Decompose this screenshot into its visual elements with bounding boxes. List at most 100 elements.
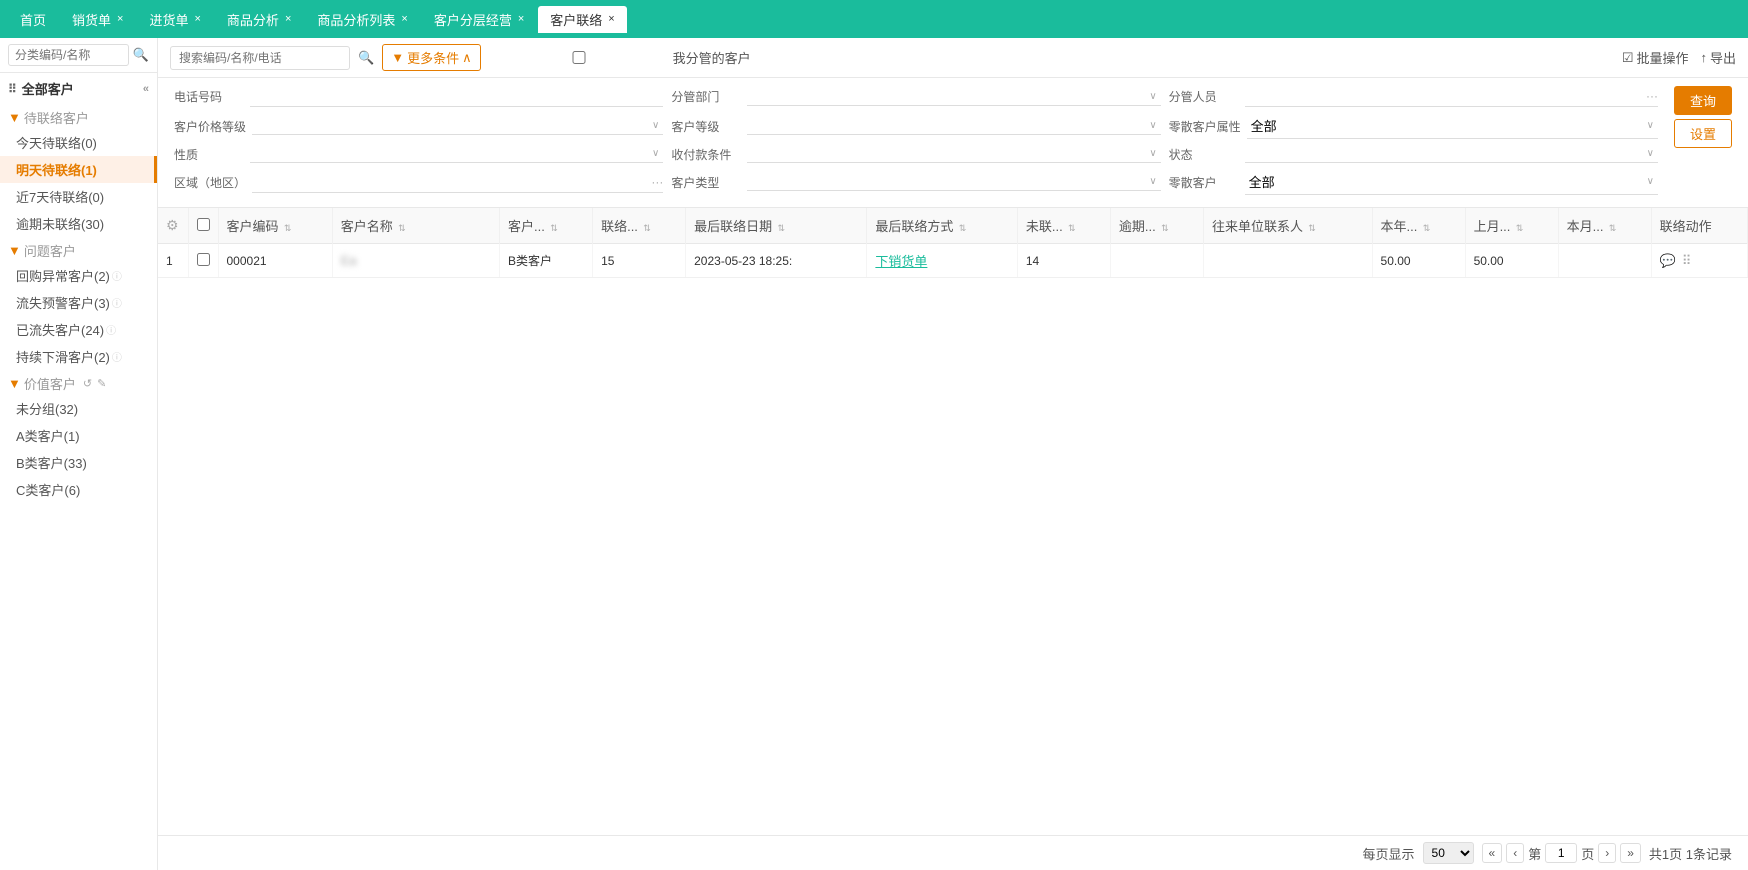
sort-year-icon[interactable]: ⇅ [1423,223,1431,233]
region-dots-btn[interactable]: ··· [651,175,663,189]
td-last-contact-method[interactable]: 下销货单 [867,244,1017,278]
filter-nature-select[interactable]: ∨ [250,145,663,163]
sidebar-value-refresh[interactable]: ↺ [83,377,92,390]
filter-retail-attr-select[interactable]: 全部∨ [1247,113,1658,139]
sidebar-item-7days-contact[interactable]: 近7天待联络(0) [0,183,157,210]
filter-status-select[interactable]: ∨ [1245,145,1658,163]
sidebar-item-ungrouped[interactable]: 未分组(32) [0,395,157,422]
nav-product-analysis-close[interactable]: × [285,13,291,25]
row-checkbox[interactable] [197,253,210,266]
sort-person-icon[interactable]: ⇅ [1308,223,1316,233]
sidebar-search-input[interactable] [8,44,129,66]
sort-lastmonth-icon[interactable]: ⇅ [1516,223,1524,233]
sort-overdue-icon[interactable]: ⇅ [1161,223,1169,233]
nav-customer-segment[interactable]: 客户分层经营 × [422,6,536,33]
my-customers-check[interactable] [489,51,669,64]
nav-sales-order[interactable]: 销货单 × [60,6,135,33]
th-gear: ⚙ [158,208,188,244]
sort-nocontact-icon[interactable]: ⇅ [1068,223,1076,233]
sort-method-icon[interactable]: ⇅ [959,223,967,233]
filter-dept: 分管部门 ∨ [671,88,1160,106]
filter-customer-level-select[interactable]: ∨ [747,117,1160,135]
filter-region-input[interactable] [252,172,651,192]
nav-product-analysis-list-close[interactable]: × [401,13,407,25]
row-action-icon-2[interactable]: ⠿ [1682,253,1692,269]
nav-home[interactable]: 首页 [8,6,58,33]
batch-icon: ☑ [1622,50,1634,66]
nav-product-analysis-list[interactable]: 商品分析列表 × [305,6,419,33]
sidebar-item-tomorrow-contact[interactable]: 明天待联络(1) [0,156,157,183]
export-btn[interactable]: ↑ 导出 [1700,48,1736,67]
sidebar-value-arrow: ▼ [8,376,21,391]
filter-retail-customer-select[interactable]: 全部∨ [1245,169,1658,195]
nav-product-analysis[interactable]: 商品分析 × [215,6,303,33]
th-no-contact-days: 未联... ⇅ [1017,208,1110,244]
nav-customer-contact[interactable]: 客户联络 × [538,6,626,33]
select-all-checkbox[interactable] [197,218,210,231]
chevron-down-price: ∨ [652,120,659,131]
page-input[interactable] [1545,843,1577,863]
filter-phone-input[interactable] [250,86,663,107]
filter-payment-select[interactable]: ∨ [747,145,1160,163]
contact-method-link[interactable]: 下销货单 [875,254,927,269]
search-input[interactable] [170,46,350,70]
export-icon: ↑ [1700,50,1707,65]
batch-action-btn[interactable]: ☑ 批量操作 [1622,48,1689,67]
td-this-year: 50.00 [1372,244,1465,278]
info-icon-1: ⓘ [112,295,122,310]
td-customer-name[interactable]: Ea [332,244,499,278]
sidebar-all-customers[interactable]: ⠿ 全部客户 « [0,73,157,104]
filter-icon: ▼ [391,50,404,65]
filter-price-level-select[interactable]: ∨ [252,117,663,135]
sidebar-item-churn-warning[interactable]: 流失预警客户(3) ⓘ [0,289,157,316]
sidebar-item-class-b[interactable]: B类客户(33) [0,449,157,476]
page-size-select[interactable]: 50 100 200 [1423,842,1474,864]
set-button[interactable]: 设置 [1674,119,1732,148]
filter-phone-label: 电话号码 [174,88,244,105]
th-overdue: 逾期... ⇅ [1110,208,1203,244]
sort-contact-icon[interactable]: ⇅ [643,223,651,233]
next-page-btn[interactable]: › [1598,843,1616,863]
nav-sales-order-close[interactable]: × [117,13,123,25]
filter-search-icon[interactable]: 🔍 [358,50,374,66]
filter-manager-input[interactable] [1245,86,1646,106]
sort-thismonth-icon[interactable]: ⇅ [1609,223,1617,233]
gear-settings-icon[interactable]: ⚙ [166,217,179,233]
sidebar-item-repurchase-abnormal[interactable]: 回购异常客户(2) ⓘ [0,262,157,289]
nav-purchase-order-close[interactable]: × [194,13,200,25]
nav-customer-segment-close[interactable]: × [518,13,524,25]
my-customers-checkbox[interactable]: 我分管的客户 [489,48,751,67]
manager-dots-btn[interactable]: ··· [1646,89,1658,103]
row-action-icon-1[interactable]: 💬 [1660,253,1676,269]
nav-purchase-order[interactable]: 进货单 × [137,6,212,33]
customer-name-value: Ea [341,253,357,268]
sidebar-search-icon[interactable]: 🔍 [133,47,149,63]
filter-btn-group: 查询 设置 [1674,86,1732,148]
th-actions: 联络动作 [1651,208,1747,244]
sidebar-item-churned[interactable]: 已流失客户(24) ⓘ [0,316,157,343]
sidebar-item-class-c[interactable]: C类客户(6) [0,476,157,503]
sort-code-icon[interactable]: ⇅ [284,223,292,233]
filter-dept-select[interactable]: ∨ [747,88,1160,106]
sort-date-icon[interactable]: ⇅ [777,223,785,233]
filter-status-label: 状态 [1169,146,1239,163]
nav-customer-contact-close[interactable]: × [608,13,614,25]
sidebar-value-group: ▼ 价值客户 ↺ ✎ [0,370,157,395]
td-index: 1 [158,244,188,278]
sidebar-item-today-contact[interactable]: 今天待联络(0) [0,129,157,156]
more-conditions-btn[interactable]: ▼ 更多条件 ∧ [382,44,480,71]
customer-table: ⚙ 客户编码 ⇅ 客户名称 ⇅ [158,208,1748,278]
sidebar-item-overdue-contact[interactable]: 逾期未联络(30) [0,210,157,237]
filter-region-label: 区域（地区） [174,174,246,191]
first-page-btn[interactable]: « [1482,843,1503,863]
query-button[interactable]: 查询 [1674,86,1732,115]
sort-name-icon[interactable]: ⇅ [398,223,406,233]
last-page-btn[interactable]: » [1620,843,1641,863]
filter-customer-type-select[interactable]: ∨ [747,173,1160,191]
sidebar-search-area: 🔍 [0,38,157,73]
sidebar-item-declining[interactable]: 持续下滑客户(2) ⓘ [0,343,157,370]
sidebar-value-edit[interactable]: ✎ [97,377,106,390]
sidebar-item-class-a[interactable]: A类客户(1) [0,422,157,449]
sort-type-icon[interactable]: ⇅ [550,223,558,233]
prev-page-btn[interactable]: ‹ [1506,843,1524,863]
